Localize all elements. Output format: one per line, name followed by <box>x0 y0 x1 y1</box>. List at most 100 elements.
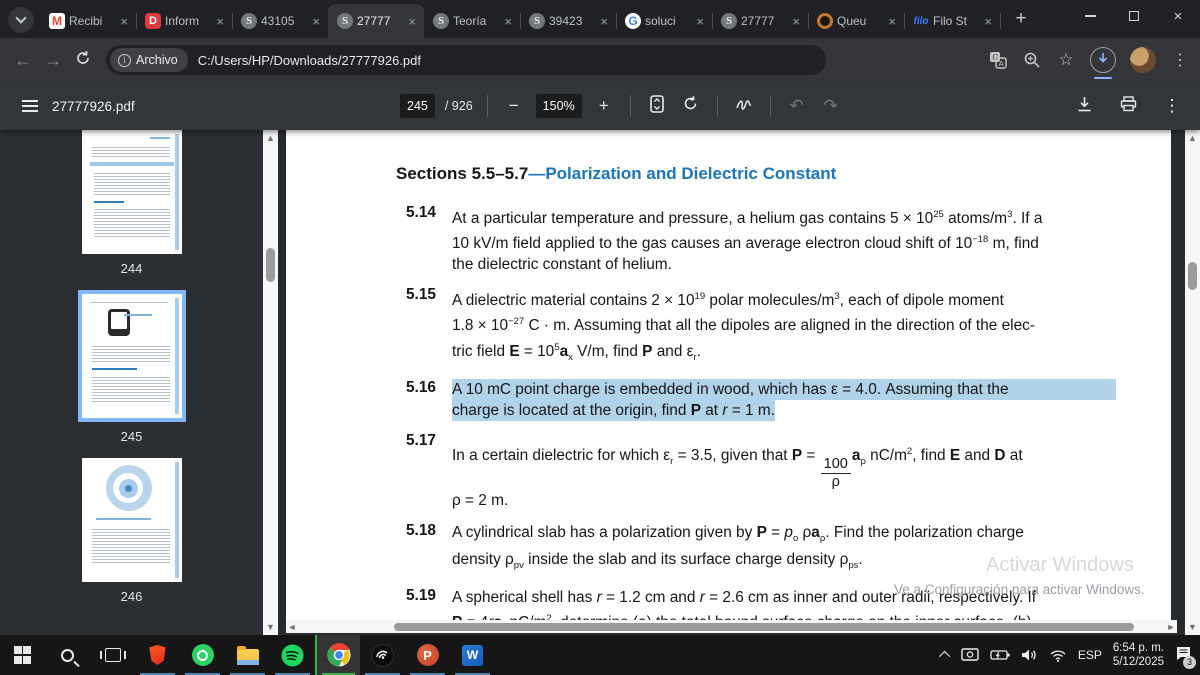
page-thumbnail-246[interactable] <box>81 458 182 582</box>
tab-close-icon[interactable]: × <box>118 14 130 29</box>
pdf-toolbar-right: ⋮ <box>1072 95 1184 117</box>
gmail-favicon-icon: M <box>49 13 65 29</box>
wifi-icon[interactable] <box>1049 649 1067 662</box>
close-button[interactable]: × <box>1156 0 1200 32</box>
print-button[interactable] <box>1116 95 1140 117</box>
browser-tab-filo-st[interactable]: filo Filo St × <box>904 4 1001 38</box>
page-input[interactable]: 245 <box>400 94 435 118</box>
scroll-left-icon[interactable]: ◄ <box>286 622 298 632</box>
taskbar-chrome-button[interactable] <box>315 635 360 675</box>
taskbar-whatsapp-button[interactable] <box>180 635 225 675</box>
forward-button[interactable]: → <box>38 50 68 71</box>
tab-title: Queu <box>837 14 867 28</box>
undo-button[interactable]: ↶ <box>785 96 809 116</box>
reload-icon <box>77 50 89 64</box>
rotate-button[interactable] <box>679 95 703 117</box>
tab-close-icon[interactable]: × <box>310 14 322 29</box>
sidebar-scrollbar[interactable]: ▲ ▼ <box>263 130 278 635</box>
print-icon <box>1120 95 1136 111</box>
tab-close-icon[interactable]: × <box>406 14 418 29</box>
tab-close-icon[interactable]: × <box>502 14 514 29</box>
fit-page-button[interactable] <box>645 94 669 118</box>
new-tab-button[interactable]: + <box>1008 8 1034 30</box>
page-thumbnail-245[interactable] <box>77 290 186 422</box>
dred-favicon-icon: D <box>145 13 161 29</box>
browser-menu-button[interactable]: ⋮ <box>1170 50 1190 70</box>
tab-close-icon[interactable]: × <box>694 14 706 29</box>
browser-tab-inform[interactable]: D Inform × <box>136 4 233 38</box>
reload-button[interactable] <box>68 50 98 71</box>
cast-icon[interactable] <box>961 648 979 662</box>
language-indicator[interactable]: ESP <box>1078 648 1102 662</box>
task-view-icon <box>99 648 126 662</box>
taskbar-task-view-button[interactable] <box>90 635 135 675</box>
translate-button[interactable]: GA <box>988 50 1008 70</box>
tab-close-icon[interactable]: × <box>982 14 994 29</box>
horizontal-scroll-thumb[interactable] <box>394 622 1134 631</box>
back-button[interactable]: ← <box>8 50 38 71</box>
browser-tab-soluci[interactable]: Gsoluci × <box>616 4 713 38</box>
pdf-menu-button[interactable] <box>22 100 38 112</box>
tab-close-icon[interactable]: × <box>598 14 610 29</box>
thumbnail-page-number: 245 <box>120 429 143 444</box>
browser-tab-teor-a[interactable]: S Teoría × <box>424 4 521 38</box>
browser-tab-39423[interactable]: S 39423 × <box>520 4 617 38</box>
scroll-right-icon[interactable]: ► <box>1165 622 1177 632</box>
download-button[interactable] <box>1072 96 1096 117</box>
zoom-in-button[interactable]: + <box>592 96 616 116</box>
scroll-down-icon[interactable]: ▼ <box>1185 622 1200 632</box>
zoom-button[interactable] <box>1022 50 1042 70</box>
chevron-up-icon[interactable] <box>938 650 951 663</box>
horizontal-scrollbar[interactable]: ◄ ► <box>286 620 1177 633</box>
speaker-icon[interactable] <box>1021 648 1038 662</box>
file-scheme-chip[interactable]: i Archivo <box>110 48 188 72</box>
search-icon <box>61 648 74 662</box>
downloads-button[interactable] <box>1090 47 1116 79</box>
browser-tab-27777[interactable]: S 27777 × <box>712 4 809 38</box>
thumbnail-page-number: 244 <box>120 261 143 276</box>
taskbar-powerpoint-button[interactable]: P <box>405 635 450 675</box>
taskbar-radar-app-button[interactable] <box>360 635 405 675</box>
scroll-down-icon[interactable]: ▼ <box>263 622 278 632</box>
powerpoint-icon: P <box>416 644 439 666</box>
notification-button[interactable]: 3 <box>1175 645 1196 669</box>
minimize-button[interactable] <box>1068 0 1112 32</box>
taskbar-file-explorer-button[interactable] <box>225 635 270 675</box>
scroll-up-icon[interactable]: ▲ <box>1185 133 1200 143</box>
bookmark-button[interactable]: ☆ <box>1056 50 1076 70</box>
browser-tab-recibi[interactable]: M Recibi × <box>40 4 137 38</box>
pdf-more-button[interactable]: ⋮ <box>1160 96 1184 116</box>
annotate-button[interactable] <box>732 96 756 116</box>
tab-search-button[interactable] <box>8 7 34 33</box>
orange-favicon-icon <box>817 13 833 29</box>
taskbar-search-button[interactable] <box>45 635 90 675</box>
address-bar[interactable]: i Archivo C:/Users/HP/Downloads/27777926… <box>106 45 826 75</box>
chevron-down-icon <box>15 12 27 24</box>
scroll-up-icon[interactable]: ▲ <box>263 133 278 143</box>
pdf-scrollbar[interactable]: ▲ ▼ <box>1185 130 1200 635</box>
page-thumbnail-244[interactable] <box>81 130 182 254</box>
clock[interactable]: 6:54 p. m. 5/12/2025 <box>1113 641 1164 669</box>
taskbar-word-button[interactable]: W <box>450 635 495 675</box>
toolbar-actions: GA ☆ ⋮ <box>988 38 1190 82</box>
profile-avatar[interactable] <box>1130 47 1156 73</box>
tab-close-icon[interactable]: × <box>790 14 802 29</box>
taskbar-brave-button[interactable] <box>135 635 180 675</box>
redo-button[interactable]: ↷ <box>819 96 843 116</box>
zoom-level[interactable]: 150% <box>535 94 582 118</box>
tab-title: Inform <box>165 14 200 28</box>
zoom-out-button[interactable]: − <box>502 96 526 116</box>
browser-tab-43105[interactable]: S 43105 × <box>232 4 328 38</box>
maximize-button[interactable] <box>1112 0 1156 32</box>
battery-icon[interactable] <box>990 649 1010 661</box>
scircle-favicon-icon: S <box>721 13 737 29</box>
taskbar-spotify-button[interactable] <box>270 635 315 675</box>
pdf-scroll-thumb[interactable] <box>1187 262 1197 290</box>
tab-close-icon[interactable]: × <box>214 14 226 29</box>
tab-close-icon[interactable]: × <box>886 14 898 29</box>
sidebar-scroll-thumb[interactable] <box>265 248 275 282</box>
activate-windows-watermark: Activar Windows <box>986 554 1134 576</box>
browser-tab-27777[interactable]: S 27777 × <box>328 4 424 38</box>
browser-tab-queu[interactable]: Queu × <box>808 4 905 38</box>
taskbar-start-button[interactable] <box>0 635 45 675</box>
